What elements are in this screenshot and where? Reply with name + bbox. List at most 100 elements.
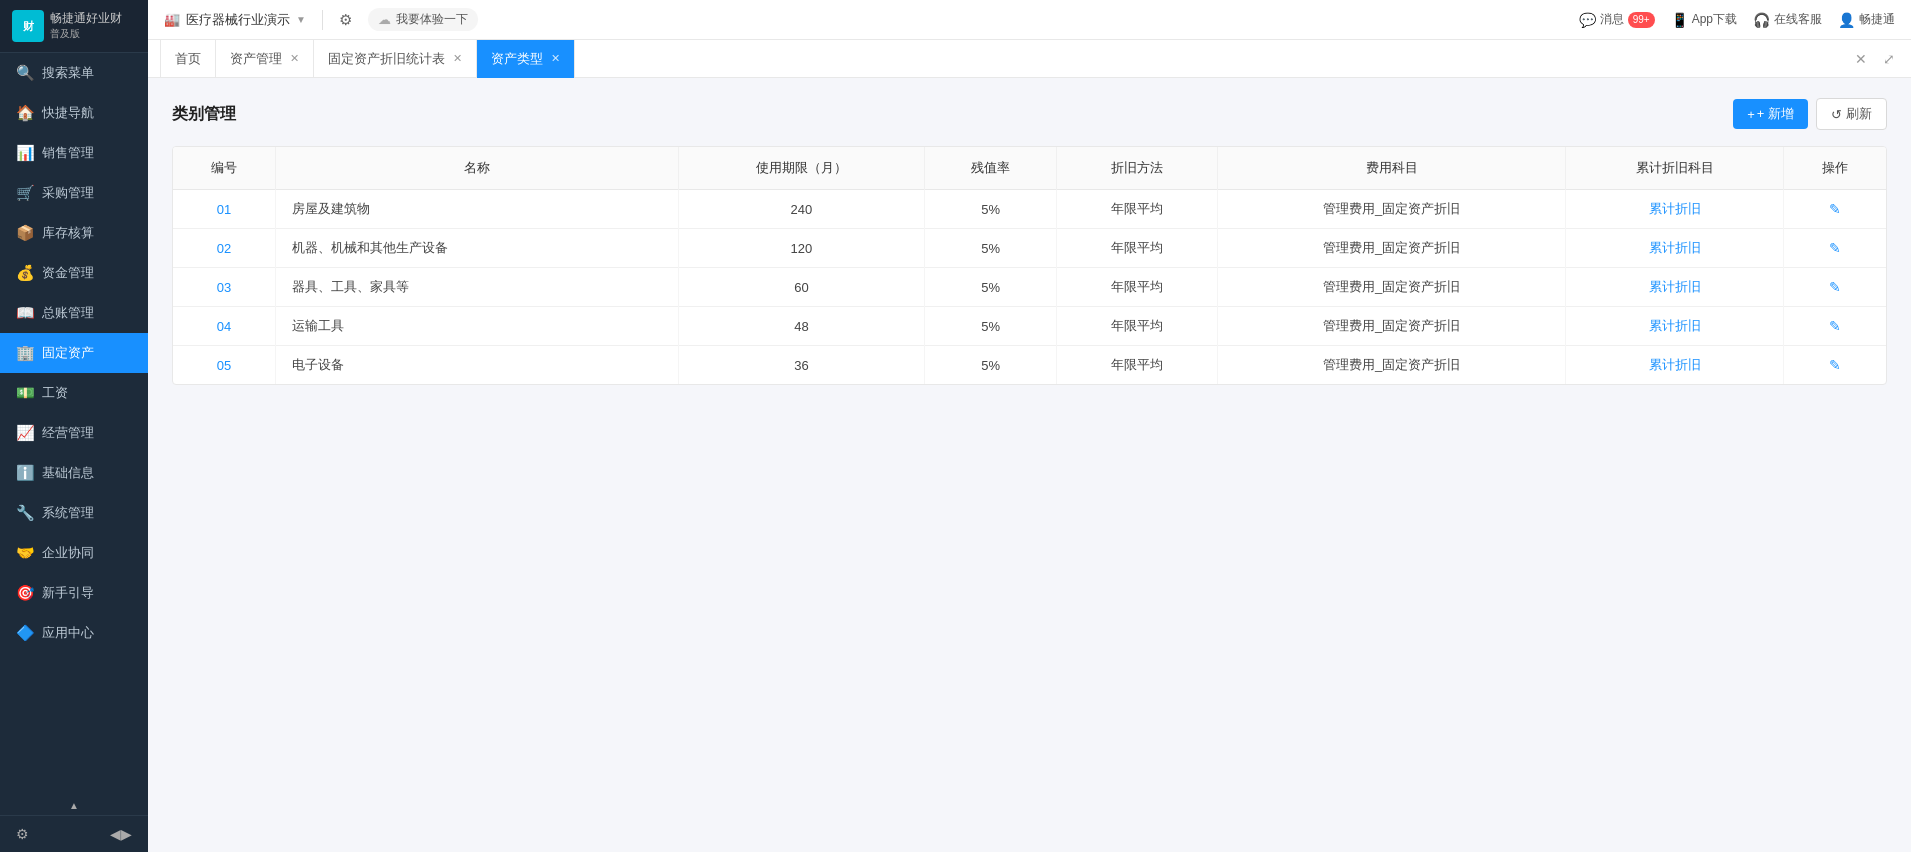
page-title: 类别管理 [172,104,236,125]
sidebar-item-sales[interactable]: 📊 销售管理 [0,133,148,173]
sidebar-item-label: 采购管理 [42,184,94,202]
message-badge: 99+ [1628,12,1655,28]
edit-action[interactable]: ✎ [1784,190,1886,229]
experience-btn[interactable]: ☁ 我要体验一下 [368,8,478,31]
cell-0[interactable]: 02 [173,229,275,268]
sidebar-item-label: 基础信息 [42,464,94,482]
customer-service-btn[interactable]: 🎧 在线客服 [1753,11,1822,28]
experience-label: 我要体验一下 [396,11,468,28]
edit-action[interactable]: ✎ [1784,268,1886,307]
guide-icon: 🎯 [16,584,34,602]
refresh-button[interactable]: ↺ 刷新 [1816,98,1887,130]
close-tab-icon[interactable]: ✕ [1851,49,1871,69]
cell-2: 48 [678,307,925,346]
col-header: 操作 [1784,147,1886,190]
new-button[interactable]: + + 新增 [1733,99,1808,129]
download-icon: 📱 [1671,12,1688,28]
cell-2: 240 [678,190,925,229]
sidebar-item-ledger[interactable]: 📖 总账管理 [0,293,148,333]
enterprise-icon: 🤝 [16,544,34,562]
cell-6: 累计折旧 [1566,346,1784,385]
tab-label-1: 资产管理 [230,50,282,68]
sidebar-item-purchase[interactable]: 🛒 采购管理 [0,173,148,213]
sidebar: 财 畅捷通好业财 普及版 🔍 搜索菜单 🏠 快捷导航 📊 销售管理 🛒 采购管理… [0,0,148,852]
tab-3[interactable]: 资产类型✕ [477,40,575,78]
funds-icon: 💰 [16,264,34,282]
module-selector[interactable]: 🏭 医疗器械行业演示 ▼ [164,11,306,29]
sidebar-item-label: 快捷导航 [42,104,94,122]
cell-0[interactable]: 05 [173,346,275,385]
sidebar-scroll-up[interactable]: ▲ [0,796,148,815]
sidebar-item-label: 资金管理 [42,264,94,282]
app-download-btn[interactable]: 📱 App下载 [1671,11,1737,28]
logo-icon: 财 [12,10,44,42]
tab-label-2: 固定资产折旧统计表 [328,50,445,68]
sidebar-item-label: 工资 [42,384,68,402]
cell-0[interactable]: 04 [173,307,275,346]
sidebar-item-label: 系统管理 [42,504,94,522]
sidebar-item-enterprise[interactable]: 🤝 企业协同 [0,533,148,573]
col-header: 使用期限（月） [678,147,925,190]
maximize-icon[interactable]: ⤢ [1879,49,1899,69]
cell-5: 管理费用_固定资产折旧 [1217,229,1565,268]
cell-5: 管理费用_固定资产折旧 [1217,190,1565,229]
message-icon: 💬 [1579,12,1596,28]
tab-0[interactable]: 首页 [160,40,216,78]
cell-0[interactable]: 01 [173,190,275,229]
sidebar-item-search[interactable]: 🔍 搜索菜单 [0,53,148,93]
user-btn[interactable]: 👤 畅捷通 [1838,11,1895,28]
tab-2[interactable]: 固定资产折旧统计表 ✕ [314,40,477,78]
tab-close-2[interactable]: ✕ [453,52,462,65]
collapse-icon[interactable]: ◀▶ [110,826,132,842]
col-header: 残值率 [925,147,1057,190]
tab-close-3[interactable]: ✕ [551,52,560,65]
sidebar-item-wages[interactable]: 💵 工资 [0,373,148,413]
edit-action[interactable]: ✎ [1784,307,1886,346]
cell-2: 120 [678,229,925,268]
search-icon: 🔍 [16,64,34,82]
main-area: 🏭 医疗器械行业演示 ▼ ⚙ ☁ 我要体验一下 💬 消息 99+ 📱 App下载 [148,0,1911,852]
plus-icon: + [1747,107,1755,122]
col-header: 累计折旧科目 [1566,147,1784,190]
sidebar-item-operations[interactable]: 📈 经营管理 [0,413,148,453]
topbar: 🏭 医疗器械行业演示 ▼ ⚙ ☁ 我要体验一下 💬 消息 99+ 📱 App下载 [148,0,1911,40]
tab-1[interactable]: 资产管理 ✕ [216,40,314,78]
cell-0[interactable]: 03 [173,268,275,307]
sidebar-item-appcenter[interactable]: 🔷 应用中心 [0,613,148,653]
logo-text-block: 畅捷通好业财 普及版 [50,11,122,41]
data-table: 编号名称使用期限（月）残值率折旧方法费用科目累计折旧科目操作 01房屋及建筑物2… [172,146,1887,385]
cell-4: 年限平均 [1057,190,1218,229]
edit-action[interactable]: ✎ [1784,346,1886,385]
message-btn[interactable]: 💬 消息 99+ [1579,11,1655,28]
system-icon: 🔧 [16,504,34,522]
table-row: 03器具、工具、家具等605%年限平均管理费用_固定资产折旧累计折旧✎ [173,268,1886,307]
edit-action[interactable]: ✎ [1784,229,1886,268]
sidebar-item-fixed[interactable]: 🏢 固定资产 [0,333,148,373]
sidebar-item-inventory[interactable]: 📦 库存核算 [0,213,148,253]
col-header: 编号 [173,147,275,190]
sidebar-item-quicknav[interactable]: 🏠 快捷导航 [0,93,148,133]
tab-close-1[interactable]: ✕ [290,52,299,65]
cell-5: 管理费用_固定资产折旧 [1217,268,1565,307]
sidebar-item-system[interactable]: 🔧 系统管理 [0,493,148,533]
user-label: 畅捷通 [1859,11,1895,28]
appcenter-icon: 🔷 [16,624,34,642]
cell-4: 年限平均 [1057,346,1218,385]
sidebar-item-label: 固定资产 [42,344,94,362]
topbar-right: 💬 消息 99+ 📱 App下载 🎧 在线客服 👤 畅捷通 [1579,11,1895,28]
sidebar-item-funds[interactable]: 💰 资金管理 [0,253,148,293]
cell-1: 器具、工具、家具等 [275,268,678,307]
tabs-bar-right: ✕ ⤢ [1851,49,1899,69]
cell-3: 5% [925,229,1057,268]
settings-icon[interactable]: ⚙ [16,826,29,842]
inventory-icon: 📦 [16,224,34,242]
refresh-icon: ↺ [1831,107,1842,122]
sidebar-item-label: 经营管理 [42,424,94,442]
module-icon: 🏭 [164,12,180,27]
sidebar-nav: 🔍 搜索菜单 🏠 快捷导航 📊 销售管理 🛒 采购管理 📦 库存核算 💰 资金管… [0,53,148,796]
topbar-settings-icon[interactable]: ⚙ [339,11,352,29]
app-logo: 财 畅捷通好业财 普及版 [0,0,148,53]
quicknav-icon: 🏠 [16,104,34,122]
sidebar-item-guide[interactable]: 🎯 新手引导 [0,573,148,613]
sidebar-item-basicinfo[interactable]: ℹ️ 基础信息 [0,453,148,493]
